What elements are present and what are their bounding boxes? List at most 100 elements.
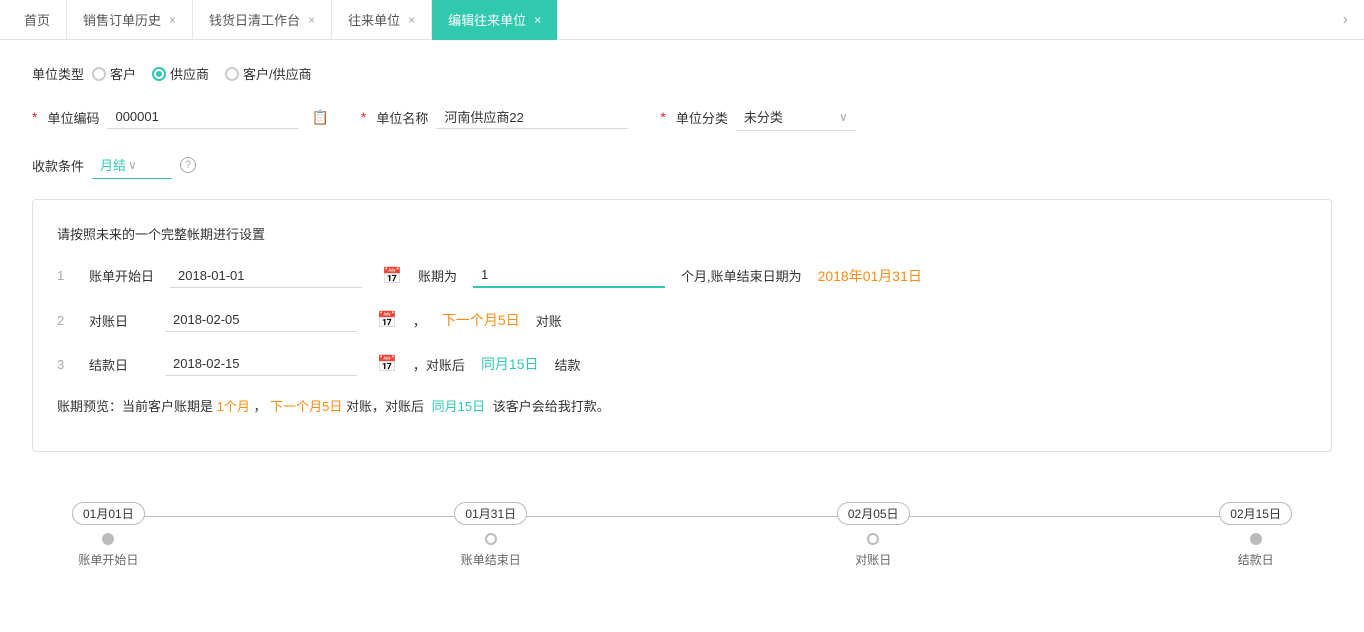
tab-sales-close[interactable]: × [169,13,176,27]
unit-code-field: * 单位编码 📋 [32,105,329,129]
condition-arrow-icon: ∨ [128,158,137,172]
unit-type-field: 单位类型 客户 供应商 客户/供应商 [32,64,312,83]
tl-label-3: 对账日 [855,551,891,568]
condition-value: 月结 [100,155,126,174]
radio-both-label: 客户/供应商 [243,64,312,83]
preview-text2: 对账，对账后 [346,399,424,414]
unit-name-input[interactable] [436,105,628,129]
tab-partner[interactable]: 往来单位 × [332,0,432,40]
required-star-classify: * [660,109,665,125]
settings-row-2: 2 对账日 📅 ， 下一个月5日 对账 [57,308,1307,332]
page-content: 单位类型 客户 供应商 客户/供应商 * 单位编码 [0,40,1364,632]
tl-label-1: 账单开始日 [78,551,138,568]
period-input[interactable] [473,263,665,288]
tab-home[interactable]: 首页 [8,0,67,40]
tab-cash-label: 钱货日清工作台 [209,10,300,29]
condition-label: 收款条件 [32,156,84,175]
tab-edit-close[interactable]: × [534,13,541,27]
required-star-code: * [32,109,37,125]
radio-supplier-circle [152,67,166,81]
radio-customer-circle [92,67,106,81]
timeline-container: 01月01日 账单开始日 01月31日 账单结束日 02月05日 对账日 02月… [32,472,1332,608]
unit-classify-select[interactable]: 未分类 ∨ [736,103,856,131]
condition-select[interactable]: 月结 ∨ [92,151,172,179]
radio-group: 客户 供应商 客户/供应商 [92,64,312,83]
timeline-point-4: 02月15日 结款日 [1219,502,1292,568]
timeline-point-1: 01月01日 账单开始日 [72,502,145,568]
unit-classify-label: 单位分类 [676,108,728,127]
unit-type-label: 单位类型 [32,64,84,83]
tl-badge-4: 02月15日 [1219,502,1292,525]
tab-cash-close[interactable]: × [308,13,315,27]
account-preview: 账期预览：当前客户账期是 1个月 ， 下一个月5日 对账，对账后 同月15日 该… [57,396,1307,415]
timeline-points: 01月01日 账单开始日 01月31日 账单结束日 02月05日 对账日 02月… [72,502,1292,568]
copy-icon[interactable]: 📋 [311,109,328,126]
unit-code-label: 单位编码 [47,108,99,127]
tabs-bar: 首页 销售订单历史 × 钱货日清工作台 × 往来单位 × 编辑往来单位 × › [0,0,1364,40]
radio-customer-label: 客户 [110,64,136,83]
radio-both[interactable]: 客户/供应商 [225,64,312,83]
preview-text3: 该客户会给我打款。 [493,399,610,414]
tl-node-3 [867,533,879,545]
tab-sales-history[interactable]: 销售订单历史 × [67,0,193,40]
tabs-arrow[interactable]: › [1335,11,1356,29]
tl-badge-2: 01月31日 [454,502,527,525]
tl-label-2: 账单结束日 [461,551,521,568]
row2-next-suffix: 对账 [536,311,562,330]
tab-edit-partner[interactable]: 编辑往来单位 × [432,0,558,40]
tab-cash-work[interactable]: 钱货日清工作台 × [193,0,332,40]
row2-suffix: ， [413,311,426,330]
code-name-row: * 单位编码 📋 * 单位名称 * 单位分类 未分类 ∨ [32,103,1332,131]
start-date-input[interactable] [170,264,362,288]
condition-row: 收款条件 月结 ∨ ? [32,151,1332,179]
preview-month-highlight: 1个月 [217,399,250,414]
unit-classify-value: 未分类 [744,107,835,126]
unit-name-field: * 单位名称 [361,105,628,129]
unit-type-row: 单位类型 客户 供应商 客户/供应商 [32,64,1332,83]
settings-hint: 请按照未来的一个完整帐期进行设置 [57,224,1307,243]
help-icon[interactable]: ? [180,157,196,173]
period-suffix: 个月,账单结束日期为 [681,266,802,285]
unit-classify-field: * 单位分类 未分类 ∨ [660,103,855,131]
payment-date-input[interactable] [165,352,357,376]
radio-supplier[interactable]: 供应商 [152,64,209,83]
calendar-icon-3[interactable]: 📅 [377,354,397,374]
row3-day-suffix: 结款 [555,355,581,374]
row3-day-highlight: 同月15日 [481,354,539,374]
row-type-1: 账单开始日 [89,266,154,285]
radio-customer[interactable]: 客户 [92,64,136,83]
period-date-highlight: 2018年01月31日 [818,266,922,286]
row3-suffix: ，对账后 [413,355,465,374]
period-label: 账期为 [418,266,457,285]
row-type-3: 结款日 [89,355,149,374]
timeline-point-3: 02月05日 对账日 [837,502,910,568]
calendar-icon-1[interactable]: 📅 [382,266,402,286]
preview-next-highlight: 下一个月5日 [270,399,342,414]
settings-row-1: 1 账单开始日 📅 账期为 个月,账单结束日期为 2018年01月31日 [57,263,1307,288]
classify-arrow-icon: ∨ [839,110,848,124]
tab-partner-close[interactable]: × [408,13,415,27]
preview-text1: ， [254,399,267,414]
reconcile-date-input[interactable] [165,308,357,332]
tab-edit-label: 编辑往来单位 [448,10,526,29]
row-num-1: 1 [57,268,73,283]
preview-label: 账期预览：当前客户账期是 [57,399,213,414]
tl-node-1 [102,533,114,545]
tl-node-4 [1250,533,1262,545]
tl-badge-3: 02月05日 [837,502,910,525]
radio-both-circle [225,67,239,81]
tab-partner-label: 往来单位 [348,10,400,29]
row-num-2: 2 [57,313,73,328]
row-type-2: 对账日 [89,311,149,330]
tl-label-4: 结款日 [1238,551,1274,568]
timeline-point-2: 01月31日 账单结束日 [454,502,527,568]
required-star-name: * [361,109,366,125]
calendar-icon-2[interactable]: 📅 [377,310,397,330]
tl-badge-1: 01月01日 [72,502,145,525]
preview-day-highlight: 同月15日 [432,399,485,414]
unit-code-input[interactable] [107,105,299,129]
unit-name-label: 单位名称 [376,108,428,127]
tl-node-2 [485,533,497,545]
tab-sales-label: 销售订单历史 [83,10,161,29]
settings-row-3: 3 结款日 📅 ，对账后 同月15日 结款 [57,352,1307,376]
